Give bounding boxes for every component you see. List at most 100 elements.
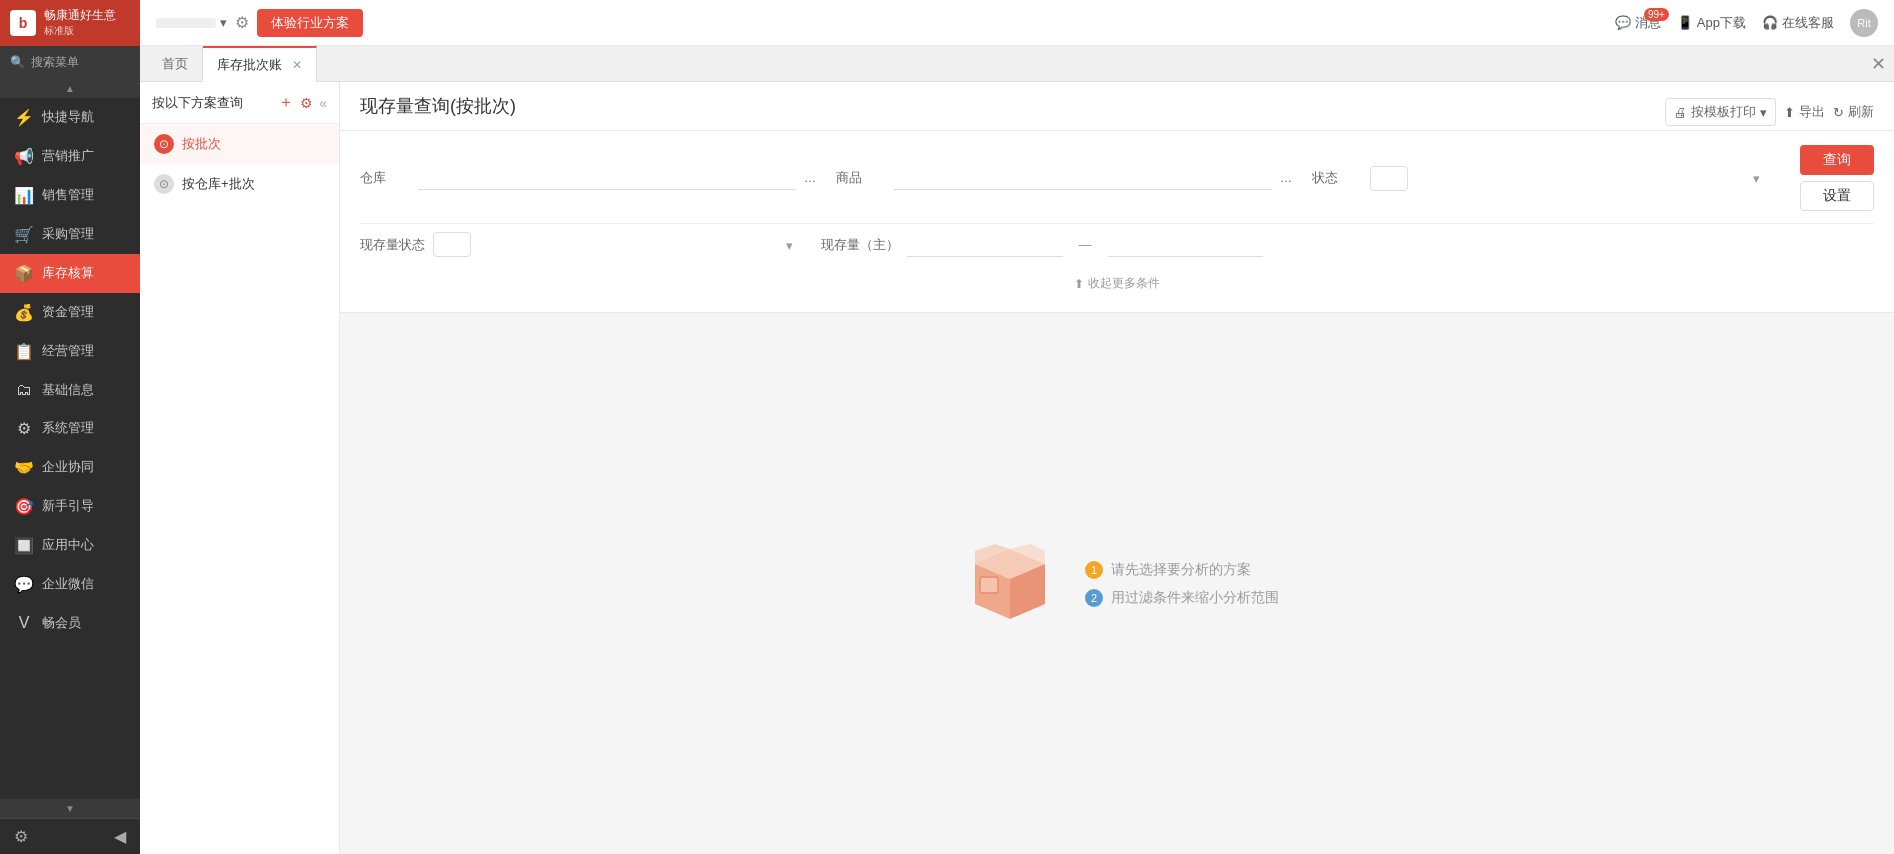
sidebar-icon-inventory: 📦 [14,264,34,283]
stock-qty-dash: — [1079,237,1092,252]
plan-list: ⊙ 按批次 ⊙ 按仓库+批次 [140,124,339,204]
sidebar-icon-operations: 📋 [14,342,34,361]
sidebar-icon-member: V [14,614,34,632]
app-logo: b [10,10,36,36]
stock-status-label: 现存量状态 [360,236,425,254]
query-button[interactable]: 查询 [1800,145,1874,175]
sidebar-item-marketing[interactable]: 📢 营销推广 [0,137,140,176]
topbar-dropdown[interactable]: ▾ [156,15,227,30]
stock-qty-min-input[interactable] [907,233,1062,257]
collapse-up-icon: ⬆ [1074,277,1084,291]
settings-footer-icon[interactable]: ⚙ [14,827,28,846]
collapse-sidebar-icon[interactable]: ◀ [114,827,126,846]
filter-warehouse: 仓库 … [360,166,816,190]
tab-home[interactable]: 首页 [148,46,203,82]
topbar-left: ▾ ⚙ 体验行业方案 [156,9,1603,37]
export-button[interactable]: ⬆ 导出 [1784,103,1825,121]
chevron-down-icon: ▾ [220,15,227,30]
tabbar-close-button[interactable]: ✕ [1871,53,1886,75]
tip2-num: 2 [1085,589,1103,607]
messages-badge: 99+ [1644,8,1669,21]
headset-icon: 🎧 [1762,15,1778,30]
sidebar-search[interactable]: 🔍 搜索菜单 [0,46,140,79]
plan-label-batch: 按批次 [182,135,221,153]
warehouse-input[interactable] [418,166,796,190]
sidebar-item-operations[interactable]: 📋 经营管理 [0,332,140,371]
tab-batch-account[interactable]: 库存批次账 ✕ [203,46,317,82]
main-area: ▾ ⚙ 体验行业方案 💬 消息 99+ 📱 App下载 🎧 在线客服 Rit [140,0,1894,854]
sidebar-item-shortcuts[interactable]: ⚡ 快捷导航 [0,98,140,137]
tab-home-label: 首页 [162,55,188,73]
stock-status-select[interactable] [433,232,471,257]
empty-state-content: 1 请先选择要分析的方案 2 用过滤条件来缩小分析范围 [955,539,1279,629]
sidebar-item-member[interactable]: V 畅会员 [0,604,140,642]
print-button[interactable]: 🖨 按模板打印 ▾ [1665,98,1776,126]
online-service-button[interactable]: 🎧 在线客服 [1762,14,1834,32]
sidebar-item-basic[interactable]: 🗂 基础信息 [0,371,140,409]
empty-tip-1: 1 请先选择要分析的方案 [1085,561,1279,579]
sidebar-icon-apps: 🔲 [14,536,34,555]
content-area: 按以下方案查询 ＋ ⚙ « ⊙ 按批次 ⊙ 按仓库+批次 [140,82,1894,854]
sidebar-item-sales[interactable]: 📊 销售管理 [0,176,140,215]
sidebar-label-purchase: 采购管理 [42,225,94,243]
left-panel: 按以下方案查询 ＋ ⚙ « ⊙ 按批次 ⊙ 按仓库+批次 [140,82,340,854]
sidebar-icon-basic: 🗂 [14,381,34,399]
empty-tip-2: 2 用过滤条件来缩小分析范围 [1085,589,1279,607]
plan-item-warehouse-batch[interactable]: ⊙ 按仓库+批次 [140,164,339,204]
sidebar-scroll-up[interactable]: ▲ [0,79,140,98]
warehouse-more-icon[interactable]: … [804,171,816,185]
sidebar-scroll-down[interactable]: ▼ [0,799,140,818]
topbar-gear-icon[interactable]: ⚙ [235,13,249,32]
user-avatar[interactable]: Rit [1850,9,1878,37]
sidebar-icon-purchase: 🛒 [14,225,34,244]
sidebar-icon-newbie: 🎯 [14,497,34,516]
message-icon: 💬 [1615,15,1631,30]
tab-close-icon[interactable]: ✕ [292,58,302,72]
empty-state: 1 请先选择要分析的方案 2 用过滤条件来缩小分析范围 [340,313,1894,854]
plan-icon-batch: ⊙ [154,134,174,154]
sidebar-item-newbie[interactable]: 🎯 新手引导 [0,487,140,526]
trial-industry-button[interactable]: 体验行业方案 [257,9,363,37]
app-version: 标准版 [44,24,116,38]
messages-button[interactable]: 💬 消息 99+ [1615,14,1661,32]
empty-tips: 1 请先选择要分析的方案 2 用过滤条件来缩小分析范围 [1085,561,1279,607]
topbar: ▾ ⚙ 体验行业方案 💬 消息 99+ 📱 App下载 🎧 在线客服 Rit [140,0,1894,46]
print-dropdown-icon: ▾ [1760,105,1767,120]
plan-settings-icon[interactable]: ⚙ [300,95,313,111]
filter-stock-qty: 现存量（主） — [821,233,1262,257]
left-panel-header: 按以下方案查询 ＋ ⚙ « [140,82,339,124]
status-select[interactable] [1370,166,1408,191]
settings-button[interactable]: 设置 [1800,181,1874,211]
plan-icon-warehouse-batch: ⊙ [154,174,174,194]
right-panel: 现存量查询(按批次) 🖨 按模板打印 ▾ ⬆ 导出 ↻ 刷新 [340,82,1894,854]
sidebar-label-inventory: 库存核算 [42,264,94,282]
sidebar-label-enterprise: 企业协同 [42,458,94,476]
sidebar-item-finance[interactable]: 💰 资金管理 [0,293,140,332]
collapse-more-conditions-button[interactable]: ⬆ 收起更多条件 [360,269,1874,298]
sidebar-label-apps: 应用中心 [42,536,94,554]
goods-input[interactable] [894,166,1272,190]
add-plan-button[interactable]: ＋ [278,92,294,113]
stock-status-select-wrap [433,232,801,257]
status-label: 状态 [1312,169,1362,187]
sidebar-item-apps[interactable]: 🔲 应用中心 [0,526,140,565]
sidebar-item-system[interactable]: ⚙ 系统管理 [0,409,140,448]
sidebar-item-purchase[interactable]: 🛒 采购管理 [0,215,140,254]
page-header: 现存量查询(按批次) 🖨 按模板打印 ▾ ⬆ 导出 ↻ 刷新 [340,82,1894,131]
plan-item-batch[interactable]: ⊙ 按批次 [140,124,339,164]
sidebar-label-sales: 销售管理 [42,186,94,204]
collapse-left-panel-icon[interactable]: « [319,95,327,111]
sidebar-item-wechat[interactable]: 💬 企业微信 [0,565,140,604]
svg-rect-3 [980,577,998,593]
dropdown-text [156,18,216,28]
refresh-button[interactable]: ↻ 刷新 [1833,103,1874,121]
sidebar-label-system: 系统管理 [42,419,94,437]
print-icon: 🖨 [1674,105,1687,120]
goods-more-icon[interactable]: … [1280,171,1292,185]
app-download-button[interactable]: 📱 App下载 [1677,14,1746,32]
sidebar-item-enterprise[interactable]: 🤝 企业协同 [0,448,140,487]
empty-state-illustration [955,539,1055,629]
sidebar-item-inventory[interactable]: 📦 库存核算 [0,254,140,293]
stock-qty-max-input[interactable] [1108,233,1263,257]
filter-row-2: 现存量状态 现存量（主） — [360,232,1874,257]
